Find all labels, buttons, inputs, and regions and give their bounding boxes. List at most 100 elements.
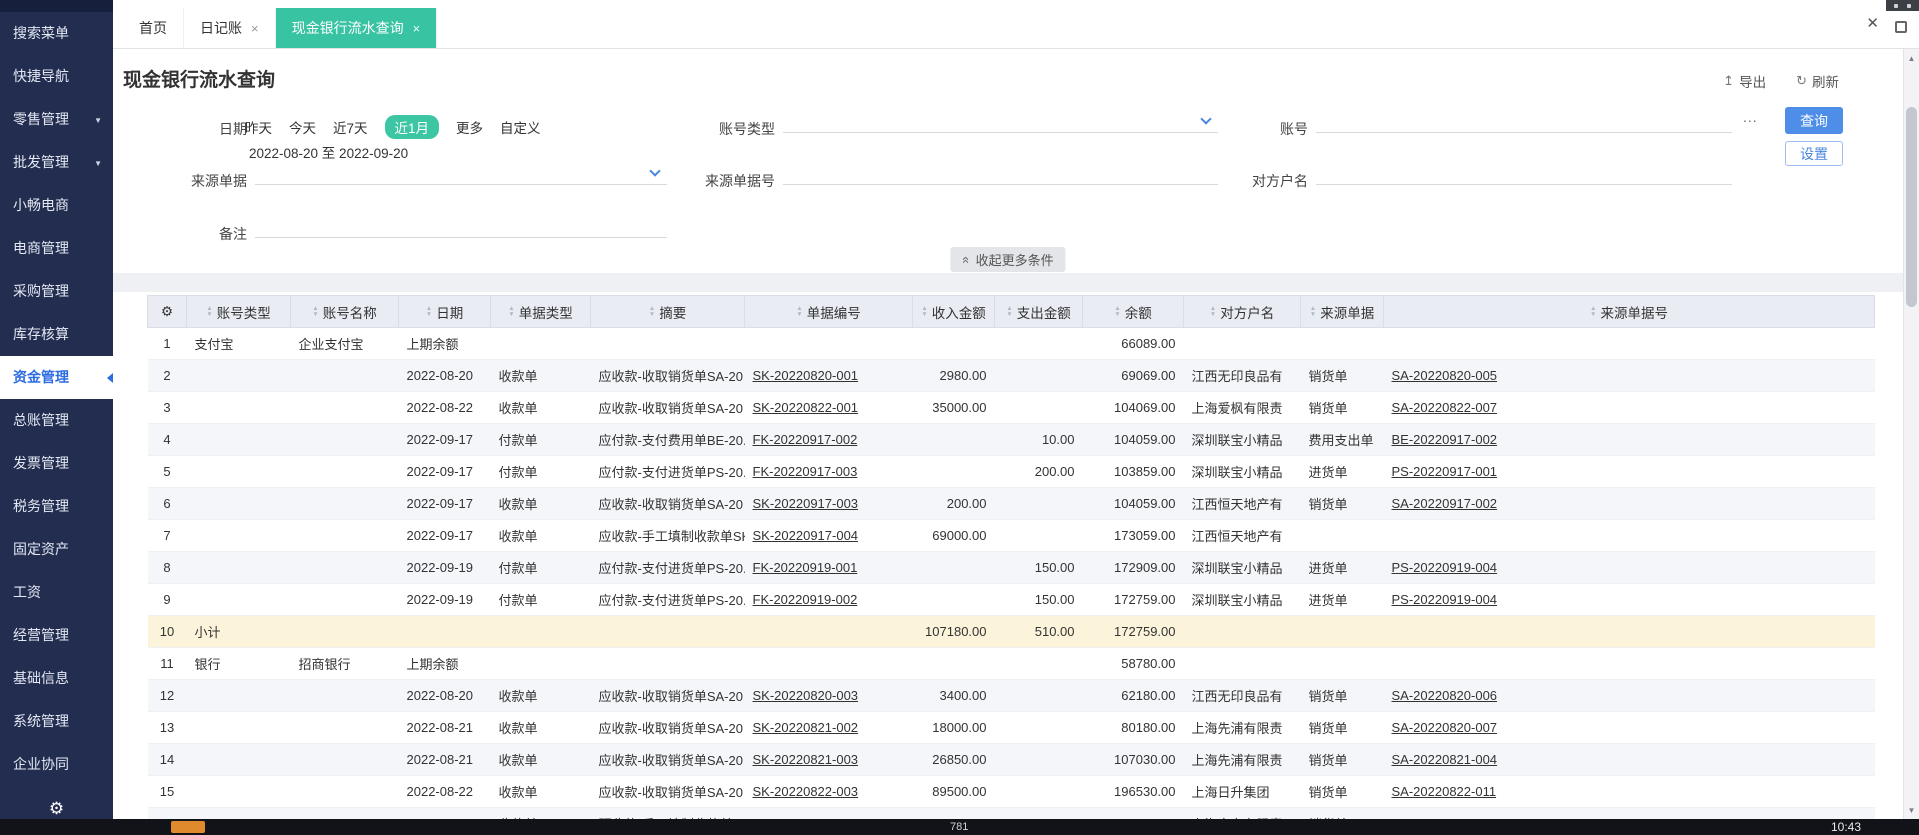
doc-link[interactable]: FK-20220919-001	[753, 560, 858, 575]
sidebar-item-14[interactable]: 工资	[0, 571, 113, 614]
doc-link[interactable]: SA-20220820-005	[1392, 368, 1498, 383]
taskbar-app-icon[interactable]	[171, 821, 205, 833]
cell-balance: 62180.00	[1082, 679, 1184, 712]
column-header-expense[interactable]: ▲ ▼ 支出金额	[994, 295, 1083, 328]
doc-link[interactable]: SK-20220821-002	[753, 720, 859, 735]
date-quick-1[interactable]: 昨天	[245, 117, 272, 137]
tab-3[interactable]: 现金银行流水查询 ×	[275, 8, 438, 48]
sidebar-item-5[interactable]: 小畅电商	[0, 184, 113, 227]
column-header-income[interactable]: ▲ ▼ 收入金额	[912, 295, 995, 328]
sidebar-item-17[interactable]: 系统管理	[0, 700, 113, 743]
date-quick-2[interactable]: 今天	[289, 117, 316, 137]
column-label: 来源单据	[1320, 305, 1375, 321]
settings-button[interactable]: 设置	[1785, 141, 1843, 166]
cell-doc-no: SK-20220821-003	[744, 743, 913, 776]
column-label: 账号类型	[216, 305, 271, 321]
account-input[interactable]	[1316, 109, 1732, 133]
vertical-scrollbar[interactable]: ▲ ▼	[1903, 49, 1919, 819]
doc-link[interactable]: SK-20220820-001	[753, 368, 859, 383]
tab-close-icon[interactable]: ×	[251, 21, 259, 36]
doc-link[interactable]: PS-20220919-004	[1392, 560, 1498, 575]
sidebar-item-3[interactable]: 零售管理 ▼	[0, 98, 113, 141]
doc-link[interactable]: SA-20220822-011	[1392, 784, 1497, 799]
table-settings-gear-icon[interactable]: ⚙	[147, 295, 187, 328]
counterparty-input[interactable]	[1316, 161, 1732, 185]
doc-link[interactable]: PS-20220917-001	[1392, 464, 1498, 479]
doc-link[interactable]: SA-20220820-007	[1392, 720, 1498, 735]
sidebar-item-2[interactable]: 快捷导航	[0, 55, 113, 98]
doc-link[interactable]: FK-20220917-002	[753, 432, 858, 447]
doc-link[interactable]: FK-20220917-003	[753, 464, 858, 479]
doc-link[interactable]: SK-20220822-001	[753, 400, 859, 415]
column-header-counterparty[interactable]: ▲ ▼ 对方户名	[1183, 295, 1301, 328]
sidebar-item-11[interactable]: 发票管理	[0, 442, 113, 485]
scroll-up-arrow-icon[interactable]: ▲	[1904, 49, 1919, 67]
account-more-button[interactable]: ...	[1743, 109, 1758, 125]
sort-down-icon: ▼	[206, 310, 213, 318]
tab-1[interactable]: 首页	[123, 8, 184, 48]
column-label: 支出金额	[1016, 305, 1071, 321]
sidebar-item-9[interactable]: 资金管理	[0, 356, 113, 399]
column-header-account-name[interactable]: ▲ ▼ 账号名称	[290, 295, 399, 328]
cell-source-doc-no	[1383, 647, 1875, 680]
column-header-balance[interactable]: ▲ ▼ 余额	[1082, 295, 1184, 328]
date-quick-4[interactable]: 近1月	[384, 115, 440, 139]
doc-link[interactable]: SK-20220820-003	[753, 688, 859, 703]
column-header-summary[interactable]: ▲ ▼ 摘要	[590, 295, 745, 328]
tab-label: 首页	[139, 20, 167, 36]
column-header-doc-type[interactable]: ▲ ▼ 单据类型	[490, 295, 591, 328]
cell-date: 2022-08-22	[398, 775, 491, 808]
sidebar-item-4[interactable]: 批发管理 ▼	[0, 141, 113, 184]
collapse-more-filters-button[interactable]: « 收起更多条件	[950, 247, 1066, 272]
sidebar-item-7[interactable]: 采购管理	[0, 270, 113, 313]
sidebar-item-6[interactable]: 电商管理	[0, 227, 113, 270]
column-header-source-doc-no[interactable]: ▲ ▼ 来源单据号	[1383, 295, 1875, 328]
doc-link[interactable]: SK-20220917-003	[753, 496, 859, 511]
query-button[interactable]: 查询	[1785, 107, 1843, 134]
sidebar-item-12[interactable]: 税务管理	[0, 485, 113, 528]
column-header-doc-no[interactable]: ▲ ▼ 单据编号	[744, 295, 913, 328]
doc-link[interactable]: BE-20220917-002	[1392, 432, 1498, 447]
doc-link[interactable]: SA-20220821-004	[1392, 752, 1498, 767]
cell-counterparty: 江西无印良品有	[1183, 359, 1301, 392]
sidebar-item-label: 零售管理	[13, 111, 69, 127]
doc-link[interactable]: SK-20220822-003	[753, 784, 859, 799]
sidebar-item-1[interactable]: 搜索菜单	[0, 12, 113, 55]
subtotal-row: 10 小计 107180.00 510.00 172759.00	[147, 615, 1875, 648]
column-header-date[interactable]: ▲ ▼ 日期	[398, 295, 491, 328]
doc-link[interactable]: SA-20220917-002	[1392, 496, 1498, 511]
sidebar-item-10[interactable]: 总账管理	[0, 399, 113, 442]
doc-link[interactable]: PS-20220919-004	[1392, 592, 1498, 607]
cell-income: 89500.00	[912, 775, 995, 808]
expand-icon[interactable]	[1895, 21, 1907, 33]
account-type-select[interactable]	[783, 109, 1218, 133]
close-icon[interactable]: ✕	[1866, 14, 1879, 32]
sidebar-item-15[interactable]: 经营管理	[0, 614, 113, 657]
date-quick-3[interactable]: 近7天	[333, 117, 368, 137]
doc-link[interactable]: SA-20220822-007	[1392, 400, 1498, 415]
scrollbar-thumb[interactable]	[1906, 107, 1917, 307]
scroll-down-arrow-icon[interactable]: ▼	[1904, 801, 1919, 819]
sidebar-item-13[interactable]: 固定资产	[0, 528, 113, 571]
source-doc-no-input[interactable]	[783, 161, 1218, 185]
tab-close-icon[interactable]: ×	[413, 21, 421, 36]
double-up-icon: «	[958, 255, 974, 264]
doc-link[interactable]: SK-20220917-004	[753, 528, 859, 543]
cell-row-index: 1	[147, 327, 187, 360]
doc-link[interactable]: SK-20220821-003	[753, 752, 859, 767]
sidebar-item-18[interactable]: 企业协同	[0, 743, 113, 786]
source-doc-select[interactable]	[255, 161, 667, 185]
date-quick-6[interactable]: 自定义	[500, 117, 541, 137]
column-header-account-type[interactable]: ▲ ▼ 账号类型	[186, 295, 291, 328]
doc-link[interactable]: SA-20220820-006	[1392, 688, 1498, 703]
cell-source-doc: 费用支出单	[1300, 423, 1384, 456]
cell-source-doc-no: PS-20220919-004	[1383, 551, 1875, 584]
doc-link[interactable]: FK-20220919-002	[753, 592, 858, 607]
tab-2[interactable]: 日记账 ×	[184, 8, 276, 48]
remark-input[interactable]	[255, 214, 667, 238]
date-quick-5[interactable]: 更多	[456, 117, 483, 137]
sidebar-item-8[interactable]: 库存核算	[0, 313, 113, 356]
sidebar-settings-gear-icon[interactable]: ⚙	[0, 799, 113, 819]
column-header-source-doc[interactable]: ▲ ▼ 来源单据	[1300, 295, 1384, 328]
sidebar-item-16[interactable]: 基础信息	[0, 657, 113, 700]
